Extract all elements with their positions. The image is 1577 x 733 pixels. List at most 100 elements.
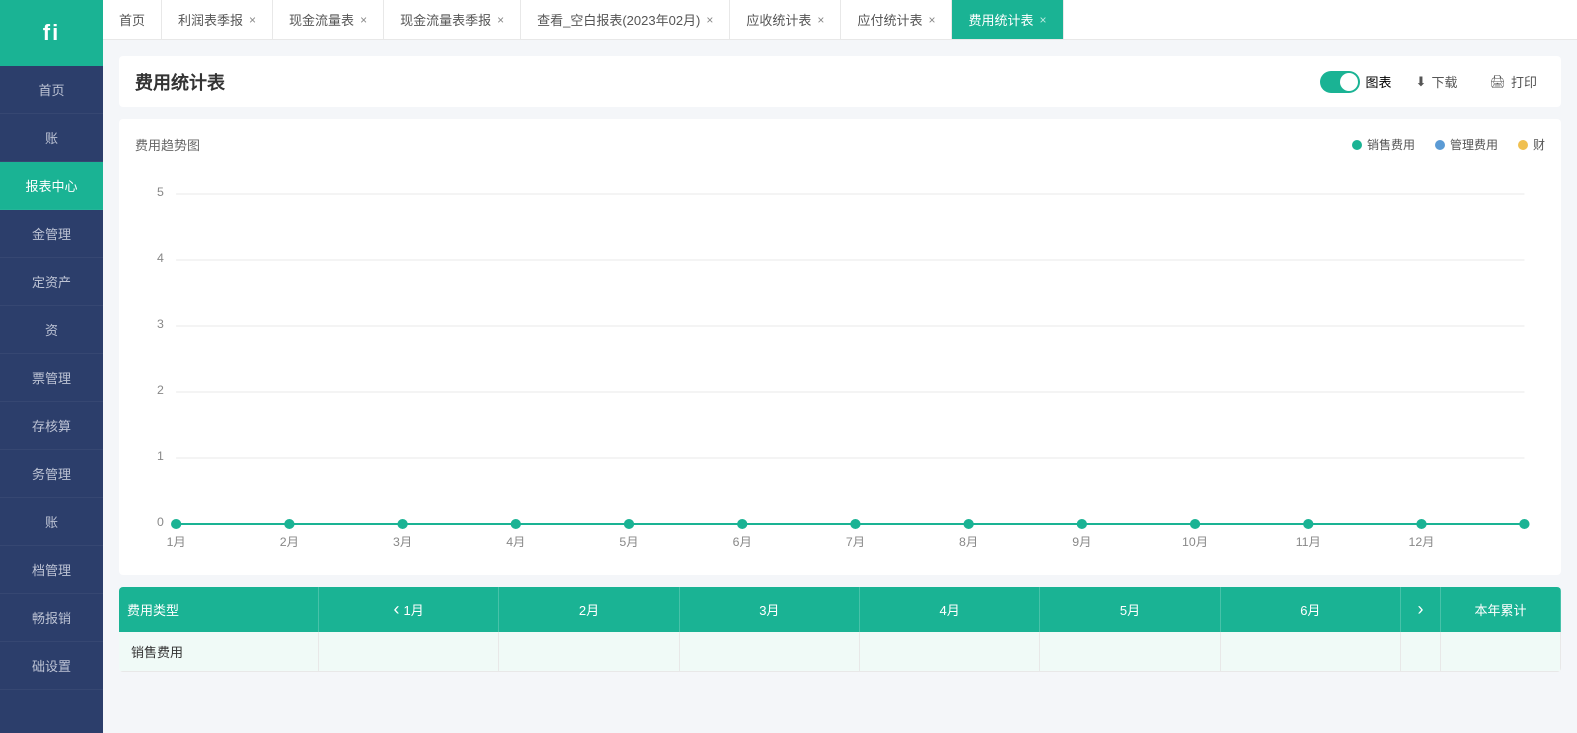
sidebar-item-service[interactable]: 务管理 [0, 450, 103, 498]
legend-admin-dot [1435, 140, 1445, 150]
tab-profit-quarterly[interactable]: 利润表季报 × [162, 0, 273, 40]
legend-admin-label: 管理费用 [1450, 136, 1498, 153]
chart-toggle-label: 图表 [1366, 72, 1392, 91]
svg-text:12月: 12月 [1408, 535, 1434, 549]
row-val-4 [860, 632, 1040, 671]
row-nav-space [1401, 632, 1441, 671]
page-content: 费用统计表 图表 ⬇ 下载 🖨 打印 费用趋势图 [103, 40, 1577, 733]
chart-legend: 销售费用 管理费用 财 [1352, 136, 1545, 153]
chart-title: 费用趋势图 [135, 135, 200, 154]
legend-finance-dot [1518, 140, 1528, 150]
col-month-3: 3月 [680, 587, 860, 632]
print-button[interactable]: 🖨 打印 [1481, 68, 1545, 95]
prev-arrow-icon[interactable]: ‹ [394, 599, 400, 620]
svg-text:8月: 8月 [959, 535, 978, 549]
legend-admin: 管理费用 [1435, 136, 1498, 153]
sidebar-item-inventory[interactable]: 存核算 [0, 402, 103, 450]
close-icon[interactable]: × [706, 13, 713, 27]
sidebar-item-archive[interactable]: 档管理 [0, 546, 103, 594]
main-area: 首页 利润表季报 × 现金流量表 × 现金流量表季报 × 查看_空白报表(202… [103, 0, 1577, 733]
close-icon[interactable]: × [1039, 13, 1046, 27]
download-label: 下载 [1431, 72, 1457, 91]
svg-text:5月: 5月 [619, 535, 638, 549]
legend-sales: 销售费用 [1352, 136, 1415, 153]
legend-sales-dot [1352, 140, 1362, 150]
page-title: 费用统计表 [135, 69, 225, 95]
legend-finance: 财 [1518, 136, 1545, 153]
sidebar-item-cash[interactable]: 金管理 [0, 210, 103, 258]
download-button[interactable]: ⬇ 下载 [1408, 68, 1466, 95]
svg-text:1月: 1月 [167, 535, 186, 549]
legend-finance-label: 财 [1533, 136, 1545, 153]
next-arrow-icon[interactable]: › [1417, 599, 1423, 620]
close-icon[interactable]: × [360, 13, 367, 27]
print-icon: 🖨 [1489, 74, 1506, 90]
row-val-6 [1221, 632, 1401, 671]
chart-svg: 5 4 3 2 1 0 [135, 166, 1545, 556]
chart-area: 5 4 3 2 1 0 [135, 166, 1545, 559]
table-panel: 费用类型 ‹ 1月 2月 3月 4月 5月 6月 › 本年累计 销售费用 [119, 587, 1561, 672]
sidebar-item-account[interactable]: 账 [0, 114, 103, 162]
page-header: 费用统计表 图表 ⬇ 下载 🖨 打印 [119, 56, 1561, 107]
col-nav-prev[interactable]: ‹ 1月 [319, 587, 499, 632]
sidebar-logo: fi [0, 0, 103, 66]
col-nav-next[interactable]: › [1401, 587, 1441, 632]
svg-text:2月: 2月 [280, 535, 299, 549]
legend-sales-label: 销售费用 [1367, 136, 1415, 153]
chart-panel: 费用趋势图 销售费用 管理费用 财 [119, 119, 1561, 575]
svg-text:11月: 11月 [1296, 535, 1321, 549]
print-label: 打印 [1511, 72, 1537, 91]
col-type: 费用类型 [119, 587, 319, 632]
chart-toggle[interactable] [1320, 71, 1360, 93]
svg-text:4: 4 [157, 251, 164, 265]
tab-blank-report[interactable]: 查看_空白报表(2023年02月) × [521, 0, 730, 40]
tab-payable[interactable]: 应付统计表 × [841, 0, 952, 40]
tab-cashflow-quarterly[interactable]: 现金流量表季报 × [384, 0, 521, 40]
svg-text:0: 0 [157, 515, 164, 529]
table-row: 销售费用 [119, 632, 1561, 672]
row-val-1 [319, 632, 499, 671]
svg-text:6月: 6月 [733, 535, 752, 549]
col-yearly-total: 本年累计 [1441, 587, 1561, 632]
close-icon[interactable]: × [928, 13, 935, 27]
row-type-label: 销售费用 [119, 632, 319, 671]
sidebar-item-assets[interactable]: 定资产 [0, 258, 103, 306]
svg-text:4月: 4月 [506, 535, 525, 549]
row-val-3 [680, 632, 860, 671]
sidebar: fi 首页 账 报表中心 金管理 定资产 资 票管理 存核算 务管理 账 档管理… [0, 0, 103, 733]
header-actions: 图表 ⬇ 下载 🖨 打印 [1320, 68, 1545, 95]
tab-bar: 首页 利润表季报 × 现金流量表 × 现金流量表季报 × 查看_空白报表(202… [103, 0, 1577, 40]
table-header: 费用类型 ‹ 1月 2月 3月 4月 5月 6月 › 本年累计 [119, 587, 1561, 632]
row-val-5 [1040, 632, 1220, 671]
chart-toggle-wrap: 图表 [1320, 71, 1392, 93]
close-icon[interactable]: × [817, 13, 824, 27]
col-month-2: 2月 [499, 587, 679, 632]
close-icon[interactable]: × [497, 13, 504, 27]
tab-expense[interactable]: 费用统计表 × [952, 0, 1063, 40]
svg-text:3月: 3月 [393, 535, 412, 549]
sidebar-item-expense[interactable]: 畅报销 [0, 594, 103, 642]
col-month-6: 6月 [1221, 587, 1401, 632]
sidebar-item-home[interactable]: 首页 [0, 66, 103, 114]
sidebar-item-ledger[interactable]: 账 [0, 498, 103, 546]
sidebar-item-reports[interactable]: 报表中心 [0, 162, 103, 210]
svg-text:5: 5 [157, 185, 164, 199]
row-yearly-val [1441, 632, 1561, 671]
svg-text:10月: 10月 [1182, 535, 1208, 549]
col-month-4: 4月 [860, 587, 1040, 632]
sidebar-item-capital[interactable]: 资 [0, 306, 103, 354]
sidebar-item-invoice[interactable]: 票管理 [0, 354, 103, 402]
svg-text:1: 1 [157, 449, 164, 463]
tab-cashflow[interactable]: 现金流量表 × [273, 0, 384, 40]
svg-text:7月: 7月 [846, 535, 865, 549]
svg-text:3: 3 [157, 317, 164, 331]
sidebar-item-settings[interactable]: 础设置 [0, 642, 103, 690]
close-icon[interactable]: × [249, 13, 256, 27]
chart-header: 费用趋势图 销售费用 管理费用 财 [135, 135, 1545, 154]
tab-home[interactable]: 首页 [103, 0, 162, 40]
svg-text:2: 2 [157, 383, 164, 397]
download-icon: ⬇ [1416, 74, 1427, 90]
tab-receivable[interactable]: 应收统计表 × [730, 0, 841, 40]
col-month-5: 5月 [1040, 587, 1220, 632]
svg-text:9月: 9月 [1072, 535, 1091, 549]
